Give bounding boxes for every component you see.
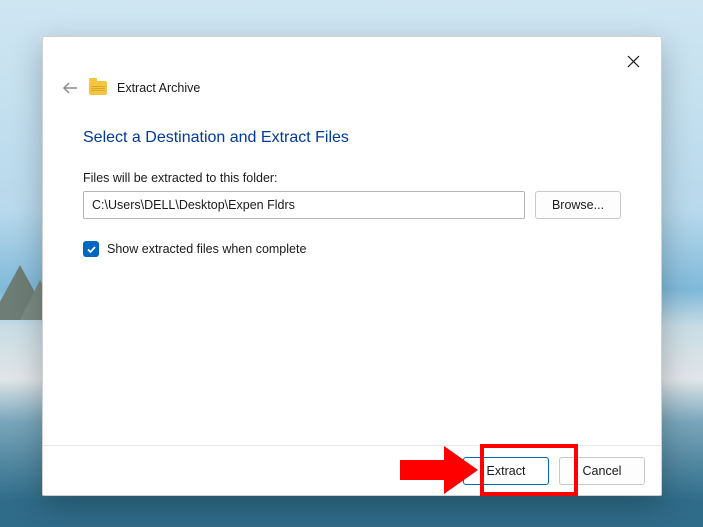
archive-folder-icon xyxy=(89,81,107,95)
titlebar xyxy=(43,37,661,81)
checkmark-icon xyxy=(86,244,97,255)
dialog-content: Select a Destination and Extract Files F… xyxy=(83,129,621,257)
back-arrow-icon xyxy=(61,81,79,95)
page-heading: Select a Destination and Extract Files xyxy=(83,129,621,147)
path-row: Browse... xyxy=(83,191,621,219)
extract-archive-dialog: Extract Archive Select a Destination and… xyxy=(42,36,662,496)
back-button[interactable] xyxy=(61,81,79,95)
cancel-button[interactable]: Cancel xyxy=(559,457,645,485)
close-button[interactable] xyxy=(619,47,647,75)
desktop-wallpaper: Extract Archive Select a Destination and… xyxy=(0,0,703,527)
extract-button[interactable]: Extract xyxy=(463,457,549,485)
show-files-label: Show extracted files when complete xyxy=(107,242,306,256)
browse-button[interactable]: Browse... xyxy=(535,191,621,219)
dialog-title: Extract Archive xyxy=(117,81,200,95)
close-icon xyxy=(627,55,640,68)
dialog-footer: Extract Cancel xyxy=(43,445,661,495)
path-label: Files will be extracted to this folder: xyxy=(83,171,621,185)
destination-path-input[interactable] xyxy=(83,191,525,219)
show-files-checkbox-row[interactable]: Show extracted files when complete xyxy=(83,241,621,257)
show-files-checkbox[interactable] xyxy=(83,241,99,257)
header-row: Extract Archive xyxy=(61,81,200,95)
